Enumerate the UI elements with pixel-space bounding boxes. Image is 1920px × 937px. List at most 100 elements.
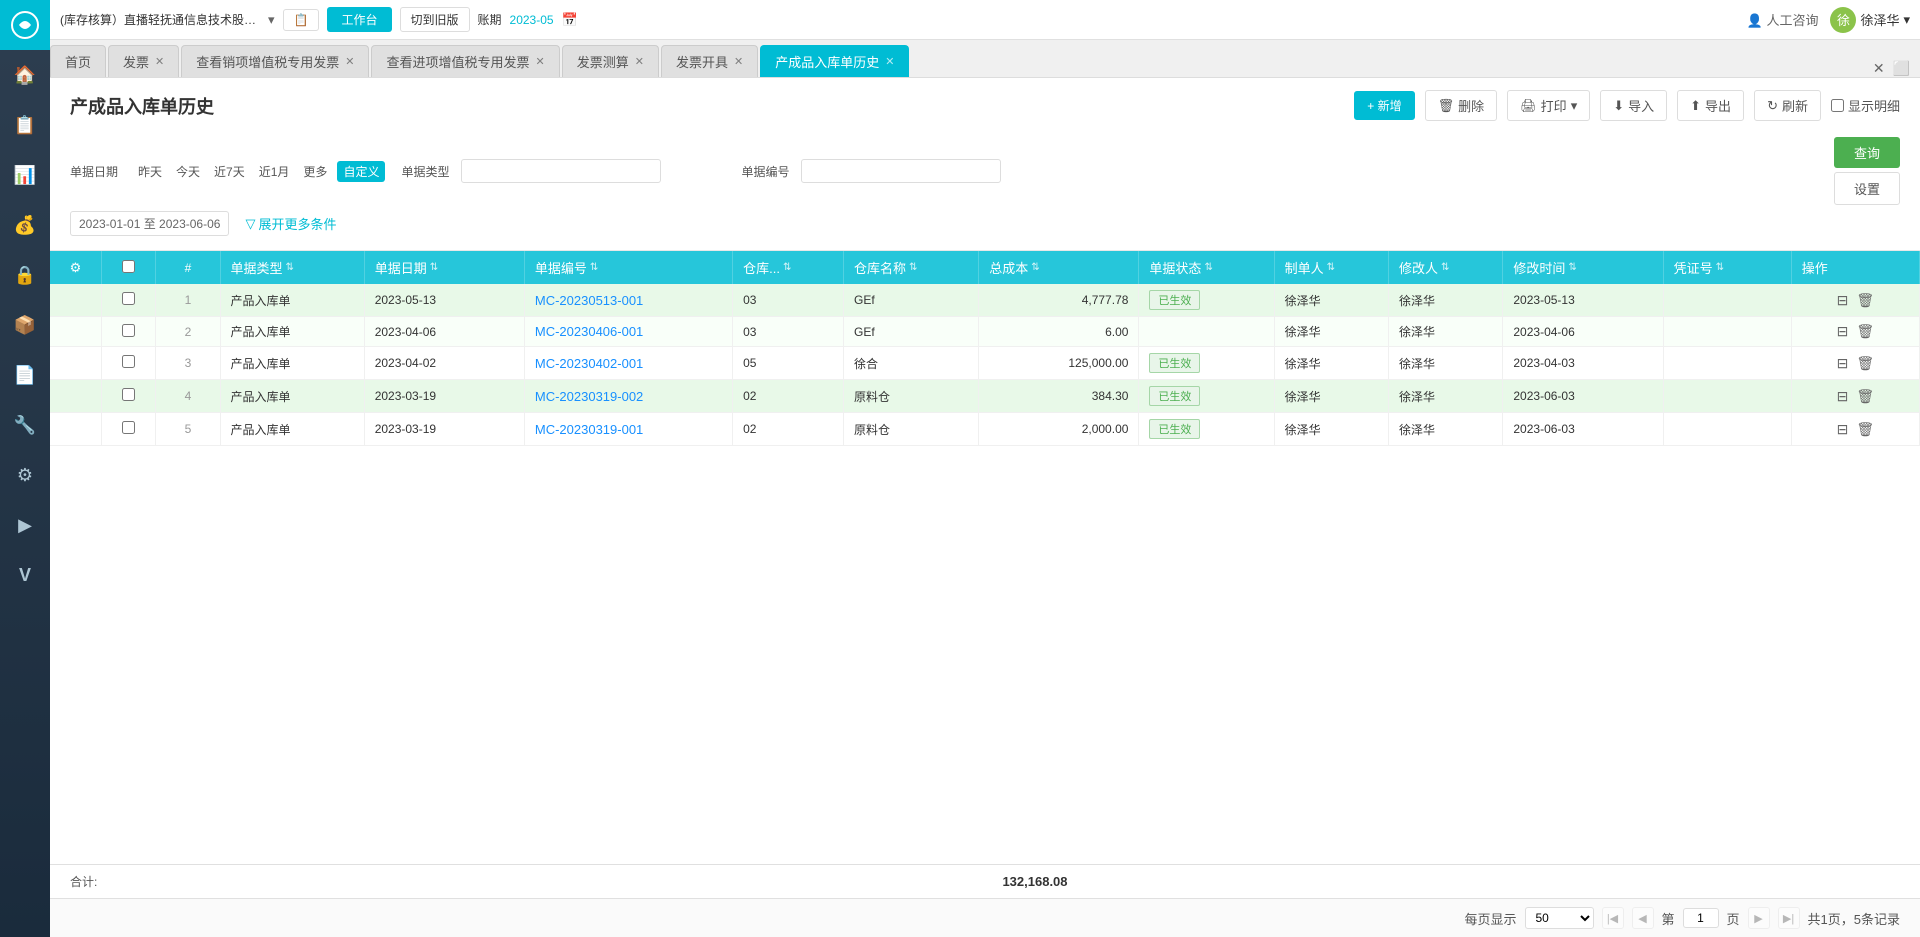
row-checkbox-cell[interactable] [102, 380, 156, 413]
row-code-link-0[interactable]: MC-20230513-001 [535, 293, 643, 308]
service-btn[interactable]: 👤 人工咨询 [1747, 10, 1819, 29]
search-btn[interactable]: 查询 [1834, 137, 1900, 168]
tab-close-product-inbound[interactable]: ✕ [885, 55, 894, 68]
edit-icon-1[interactable]: ⊟ [1837, 323, 1849, 340]
delete-row-icon-1[interactable]: 🗑 [1856, 323, 1874, 340]
type-select[interactable] [461, 159, 661, 183]
th-warehouse-code[interactable]: 仓库...⇅ [733, 251, 844, 284]
tab-product-inbound-history[interactable]: 产成品入库单历史 ✕ [760, 45, 909, 77]
row-code-2[interactable]: MC-20230402-001 [524, 347, 732, 380]
row-checkbox-cell[interactable] [102, 347, 156, 380]
sidebar-item-version[interactable]: V [0, 550, 50, 600]
maximize-icon[interactable]: ⬜ [1893, 60, 1910, 77]
delete-row-icon-2[interactable]: 🗑 [1856, 355, 1874, 372]
tab-invoice-calc[interactable]: 发票测算 ✕ [562, 45, 659, 77]
last-page-btn[interactable]: ▶| [1778, 907, 1800, 929]
settings-icon[interactable]: ⚙ [70, 260, 82, 275]
refresh-btn[interactable]: ↻ 刷新 [1754, 90, 1821, 121]
next-page-btn[interactable]: ▶ [1748, 907, 1770, 929]
shortcut-1month[interactable]: 近1月 [255, 162, 294, 181]
row-checkbox-cell[interactable] [102, 284, 156, 317]
print-btn[interactable]: 🖨 打印 ▾ [1507, 90, 1590, 121]
th-modify-time[interactable]: 修改时间⇅ [1503, 251, 1663, 284]
sidebar-item-finance[interactable]: 💰 [0, 200, 50, 250]
app-logo[interactable] [0, 0, 50, 50]
th-date[interactable]: 单据日期⇅ [364, 251, 524, 284]
row-checkbox-0[interactable] [122, 292, 135, 305]
th-settings[interactable]: ⚙ [50, 251, 102, 284]
tab-close-invoice[interactable]: ✕ [155, 55, 164, 68]
row-code-link-4[interactable]: MC-20230319-001 [535, 422, 643, 437]
sidebar-item-reports[interactable]: 📄 [0, 350, 50, 400]
tab-close-invoice-calc[interactable]: ✕ [635, 55, 644, 68]
new-btn[interactable]: + 新增 [1354, 91, 1414, 120]
row-code-1[interactable]: MC-20230406-001 [524, 317, 732, 347]
workspace-btn[interactable]: 工作台 [327, 7, 391, 32]
date-range-display[interactable]: 2023-01-01 至 2023-06-06 [70, 211, 229, 236]
calendar-icon[interactable]: 📅 [562, 12, 578, 28]
tab-sales-vat[interactable]: 查看销项增值税专用发票 ✕ [181, 45, 369, 77]
shortcut-more[interactable]: 更多 [299, 162, 331, 181]
row-checkbox-3[interactable] [122, 388, 135, 401]
delete-btn[interactable]: 🗑 ⊟ 删除 删除 [1425, 90, 1498, 121]
sidebar-item-security[interactable]: 🔒 [0, 250, 50, 300]
th-type[interactable]: 单据类型⇅ [220, 251, 364, 284]
expand-btn[interactable]: ▽ 展开更多条件 [245, 214, 336, 233]
user-menu[interactable]: 徐 徐泽华 ▾ [1830, 7, 1910, 33]
th-status[interactable]: 单据状态⇅ [1139, 251, 1274, 284]
row-code-link-1[interactable]: MC-20230406-001 [535, 324, 643, 339]
page-size-select[interactable]: 20 50 100 [1525, 907, 1594, 929]
tab-invoice-issue[interactable]: 发票开具 ✕ [661, 45, 758, 77]
edit-icon-2[interactable]: ⊟ [1837, 355, 1849, 372]
shortcut-yesterday[interactable]: 昨天 [134, 162, 166, 181]
delete-row-icon-4[interactable]: 🗑 [1856, 421, 1874, 438]
row-checkbox-2[interactable] [122, 355, 135, 368]
row-code-link-2[interactable]: MC-20230402-001 [535, 356, 643, 371]
page-input[interactable] [1683, 908, 1719, 928]
sidebar-item-documents[interactable]: 📋 [0, 100, 50, 150]
th-code[interactable]: 单据编号⇅ [524, 251, 732, 284]
sidebar-item-media[interactable]: ▶ [0, 500, 50, 550]
sidebar-item-home[interactable]: 🏠 [0, 50, 50, 100]
shortcut-custom[interactable]: 自定义 [337, 161, 385, 182]
export-btn[interactable]: ⬆ 导出 [1677, 90, 1744, 121]
tab-close-sales-vat[interactable]: ✕ [345, 55, 354, 68]
switch-version-btn[interactable]: 切到旧版 [400, 7, 470, 32]
row-code-0[interactable]: MC-20230513-001 [524, 284, 732, 317]
th-voucher[interactable]: 凭证号⇅ [1663, 251, 1791, 284]
select-all-checkbox[interactable] [122, 260, 135, 273]
close-all-tabs-icon[interactable]: ✕ [1873, 60, 1885, 77]
tab-invoice[interactable]: 发票 ✕ [108, 45, 179, 77]
prev-page-btn[interactable]: ◀ [1632, 907, 1654, 929]
first-page-btn[interactable]: |◀ [1602, 907, 1624, 929]
row-code-link-3[interactable]: MC-20230319-002 [535, 389, 643, 404]
edit-icon-3[interactable]: ⊟ [1837, 388, 1849, 405]
row-code-3[interactable]: MC-20230319-002 [524, 380, 732, 413]
edit-icon-4[interactable]: ⊟ [1837, 421, 1849, 438]
sidebar-item-settings[interactable]: ⚙ [0, 450, 50, 500]
row-checkbox-cell[interactable] [102, 317, 156, 347]
delete-row-icon-0[interactable]: 🗑 [1856, 292, 1874, 309]
tab-close-purchase-vat[interactable]: ✕ [536, 55, 545, 68]
delete-row-icon-3[interactable]: 🗑 [1856, 388, 1874, 405]
import-btn[interactable]: ⬇ 导入 [1600, 90, 1667, 121]
tab-home[interactable]: 首页 [50, 45, 106, 77]
dropdown-icon[interactable]: ▾ [268, 12, 275, 28]
th-modifier[interactable]: 修改人⇅ [1389, 251, 1503, 284]
copy-btn[interactable]: 📋 [283, 9, 320, 31]
row-code-4[interactable]: MC-20230319-001 [524, 413, 732, 446]
shortcut-7days[interactable]: 近7天 [210, 162, 249, 181]
edit-icon-0[interactable]: ⊟ [1837, 292, 1849, 309]
shortcut-today[interactable]: 今天 [172, 162, 204, 181]
sidebar-item-inventory[interactable]: 📦 [0, 300, 50, 350]
row-checkbox-1[interactable] [122, 324, 135, 337]
sidebar-item-tools[interactable]: 🔧 [0, 400, 50, 450]
show-detail-checkbox[interactable] [1831, 99, 1844, 112]
row-checkbox-cell[interactable] [102, 413, 156, 446]
th-checkbox[interactable] [102, 251, 156, 284]
settings-btn[interactable]: 设置 [1834, 172, 1900, 205]
show-detail-toggle[interactable]: 显示明细 [1831, 96, 1900, 115]
row-checkbox-4[interactable] [122, 421, 135, 434]
tab-close-invoice-issue[interactable]: ✕ [734, 55, 743, 68]
tab-purchase-vat[interactable]: 查看进项增值税专用发票 ✕ [371, 45, 559, 77]
